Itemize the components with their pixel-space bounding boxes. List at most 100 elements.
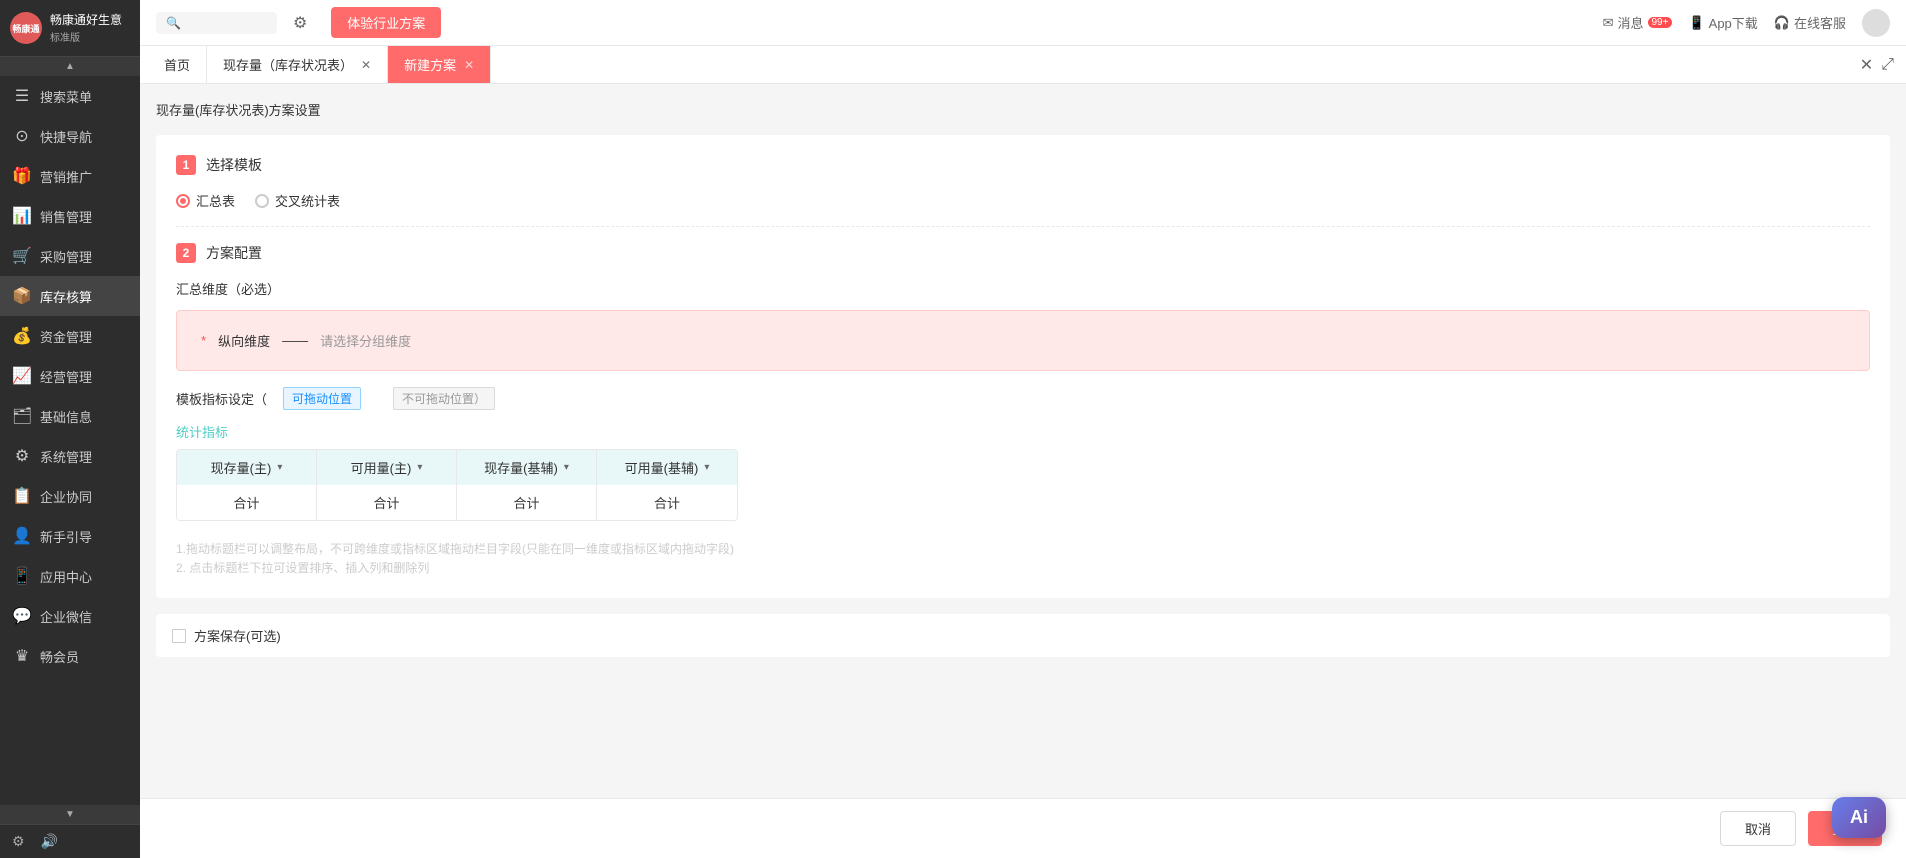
tab-close-window-btn[interactable]: ✕ xyxy=(1860,55,1873,75)
sidebar-scroll-down[interactable]: ▼ xyxy=(0,805,140,824)
vip-icon: ♛ xyxy=(12,646,32,666)
dimension-dash: —— xyxy=(282,333,308,348)
sidebar-item-label: 企业微信 xyxy=(40,607,92,626)
tab-expand-btn[interactable]: ⤢ xyxy=(1881,56,1894,74)
sidebar-item-label: 企业协同 xyxy=(40,487,92,506)
app-name: 畅康通好生意 xyxy=(50,12,122,29)
basic-info-icon: 🗂 xyxy=(12,406,32,426)
save-option-label: 方案保存(可选) xyxy=(194,626,281,645)
sidebar-item-search-menu[interactable]: ☰ 搜索菜单 xyxy=(0,76,140,116)
step1-title: 选择模板 xyxy=(206,155,262,175)
main-area: 🔍 ⚙ 体验行业方案 ✉ 消息 99+ 📱 App下载 🎧 在线客服 首 xyxy=(140,0,1906,858)
save-checkbox[interactable] xyxy=(172,629,186,643)
col-header-1[interactable]: 可用量(主) ▾ xyxy=(317,450,457,485)
sidebar-item-system[interactable]: ⚙ 系统管理 xyxy=(0,436,140,476)
topbar: 🔍 ⚙ 体验行业方案 ✉ 消息 99+ 📱 App下载 🎧 在线客服 xyxy=(140,0,1906,46)
col-header-2[interactable]: 现存量(基辅) ▾ xyxy=(457,450,597,485)
sidebar-item-enterprise-wechat[interactable]: 💬 企业微信 xyxy=(0,596,140,636)
summary-dimension-label: 汇总维度（必选） xyxy=(176,279,1870,298)
messages-badge: 99+ xyxy=(1648,17,1673,28)
new-plan-tab-label: 新建方案 xyxy=(404,55,456,74)
sidebar-item-cooperation[interactable]: 📋 企业协同 xyxy=(0,476,140,516)
sidebar: 畅康通 畅康通好生意 标准版 ▲ ☰ 搜索菜单 ⊙ 快捷导航 🎁 营销推广 📊 … xyxy=(0,0,140,858)
radio-cross[interactable]: 交叉统计表 xyxy=(255,191,340,210)
chevron-down-icon: ▾ xyxy=(704,462,709,473)
system-icon: ⚙ xyxy=(12,446,32,466)
radio-summary-label: 汇总表 xyxy=(196,191,235,210)
dimension-required-mark: * xyxy=(201,333,206,348)
sidebar-item-new-guide[interactable]: 👤 新手引导 xyxy=(0,516,140,556)
sidebar-item-finance[interactable]: 💰 资金管理 xyxy=(0,316,140,356)
cancel-button[interactable]: 取消 xyxy=(1720,811,1796,846)
sidebar-item-label: 销售管理 xyxy=(40,207,92,226)
app-logo-icon: 畅康通 xyxy=(10,12,42,44)
headset-icon: 🎧 xyxy=(1774,15,1790,31)
tab-home[interactable]: 首页 xyxy=(148,46,207,83)
sidebar-logo: 畅康通 畅康通好生意 标准版 xyxy=(0,0,140,57)
sidebar-item-label: 快捷导航 xyxy=(40,127,92,146)
col-cell-3: 合计 xyxy=(597,485,737,520)
stats-table-header: 现存量(主) ▾ 可用量(主) ▾ 现存量(基辅) ▾ 可用量(基辅) xyxy=(177,450,737,485)
new-guide-icon: 👤 xyxy=(12,526,32,546)
stats-title: 统计指标 xyxy=(176,422,1870,441)
sidebar-item-label: 经营管理 xyxy=(40,367,92,386)
sidebar-item-label: 基础信息 xyxy=(40,407,92,426)
tab-new-plan[interactable]: 新建方案 ✕ xyxy=(388,46,491,83)
content-area: 现存量(库存状况表)方案设置 1 选择模板 汇总表 交叉统计表 2 xyxy=(140,84,1906,798)
sidebar-nav: ☰ 搜索菜单 ⊙ 快捷导航 🎁 营销推广 📊 销售管理 🛒 采购管理 📦 库存核… xyxy=(0,76,140,805)
tips-item-1: 1.拖动标题栏可以调整布局，不可跨维度或指标区域拖动栏目字段(只能在同一维度或指… xyxy=(176,540,1870,557)
stats-section: 统计指标 现存量(主) ▾ 可用量(主) ▾ 现存量(基辅) xyxy=(176,422,1870,524)
radio-summary-dot xyxy=(176,194,190,208)
app-download-btn[interactable]: 📱 App下载 xyxy=(1688,13,1757,32)
tab-inventory-close-icon[interactable]: ✕ xyxy=(361,58,371,72)
sidebar-item-purchase[interactable]: 🛒 采购管理 xyxy=(0,236,140,276)
service-btn[interactable]: 🎧 在线客服 xyxy=(1774,13,1846,32)
message-icon: ✉ xyxy=(1603,15,1614,31)
col-cell-0: 合计 xyxy=(177,485,317,520)
marketing-icon: 🎁 xyxy=(12,166,32,186)
fixed-tag: 不可拖动位置） xyxy=(393,387,495,410)
sidebar-item-vip[interactable]: ♛ 畅会员 xyxy=(0,636,140,676)
col-cell-1: 合计 xyxy=(317,485,457,520)
sidebar-item-label: 采购管理 xyxy=(40,247,92,266)
stats-table: 现存量(主) ▾ 可用量(主) ▾ 现存量(基辅) ▾ 可用量(基辅) xyxy=(176,449,738,521)
volume-icon[interactable]: 🔊 xyxy=(41,833,58,850)
col-header-3[interactable]: 可用量(基辅) ▾ xyxy=(597,450,737,485)
radio-summary[interactable]: 汇总表 xyxy=(176,191,235,210)
col-header-0[interactable]: 现存量(主) ▾ xyxy=(177,450,317,485)
indicator-setting-label: 模板指标设定（ xyxy=(176,389,267,408)
avatar[interactable] xyxy=(1862,9,1890,37)
cooperation-icon: 📋 xyxy=(12,486,32,506)
sidebar-item-label: 资金管理 xyxy=(40,327,92,346)
step2-title: 方案配置 xyxy=(206,243,262,263)
tabs-right-actions: ✕ ⤢ xyxy=(1860,46,1906,83)
search-input[interactable] xyxy=(187,16,267,30)
inventory-icon: 📦 xyxy=(12,286,32,306)
sidebar-item-app-center[interactable]: 📱 应用中心 xyxy=(0,556,140,596)
sidebar-item-sales[interactable]: 📊 销售管理 xyxy=(0,196,140,236)
sidebar-item-marketing[interactable]: 🎁 营销推广 xyxy=(0,156,140,196)
dimension-selection-box[interactable]: * 纵向维度 —— 请选择分组维度 xyxy=(176,310,1870,371)
sidebar-item-operations[interactable]: 📈 经营管理 xyxy=(0,356,140,396)
messages-btn[interactable]: ✉ 消息 99+ xyxy=(1603,13,1673,32)
enterprise-wechat-icon: 💬 xyxy=(12,606,32,626)
col-cell-2: 合计 xyxy=(457,485,597,520)
search-icon: 🔍 xyxy=(166,16,181,30)
sidebar-scroll-up[interactable]: ▲ xyxy=(0,57,140,76)
gear-icon[interactable]: ⚙ xyxy=(289,9,311,37)
tab-new-plan-close-icon[interactable]: ✕ xyxy=(464,58,474,72)
tab-inventory-status[interactable]: 现存量（库存状况表） ✕ xyxy=(207,46,388,83)
ai-float-button[interactable]: Ai xyxy=(1832,797,1886,838)
search-box[interactable]: 🔍 xyxy=(156,12,277,34)
trial-btn[interactable]: 体验行业方案 xyxy=(331,7,441,38)
radio-cross-dot xyxy=(255,194,269,208)
sidebar-item-label: 应用中心 xyxy=(40,567,92,586)
sidebar-item-quick-nav[interactable]: ⊙ 快捷导航 xyxy=(0,116,140,156)
tips-box: 1.拖动标题栏可以调整布局，不可跨维度或指标区域拖动栏目字段(只能在同一维度或指… xyxy=(176,540,1870,576)
movable-tag: 可拖动位置 xyxy=(283,387,361,410)
settings-icon[interactable]: ⚙ xyxy=(12,833,25,850)
finance-icon: 💰 xyxy=(12,326,32,346)
sidebar-item-inventory[interactable]: 📦 库存核算 xyxy=(0,276,140,316)
mobile-icon: 📱 xyxy=(1688,15,1704,31)
sidebar-item-basic-info[interactable]: 🗂 基础信息 xyxy=(0,396,140,436)
